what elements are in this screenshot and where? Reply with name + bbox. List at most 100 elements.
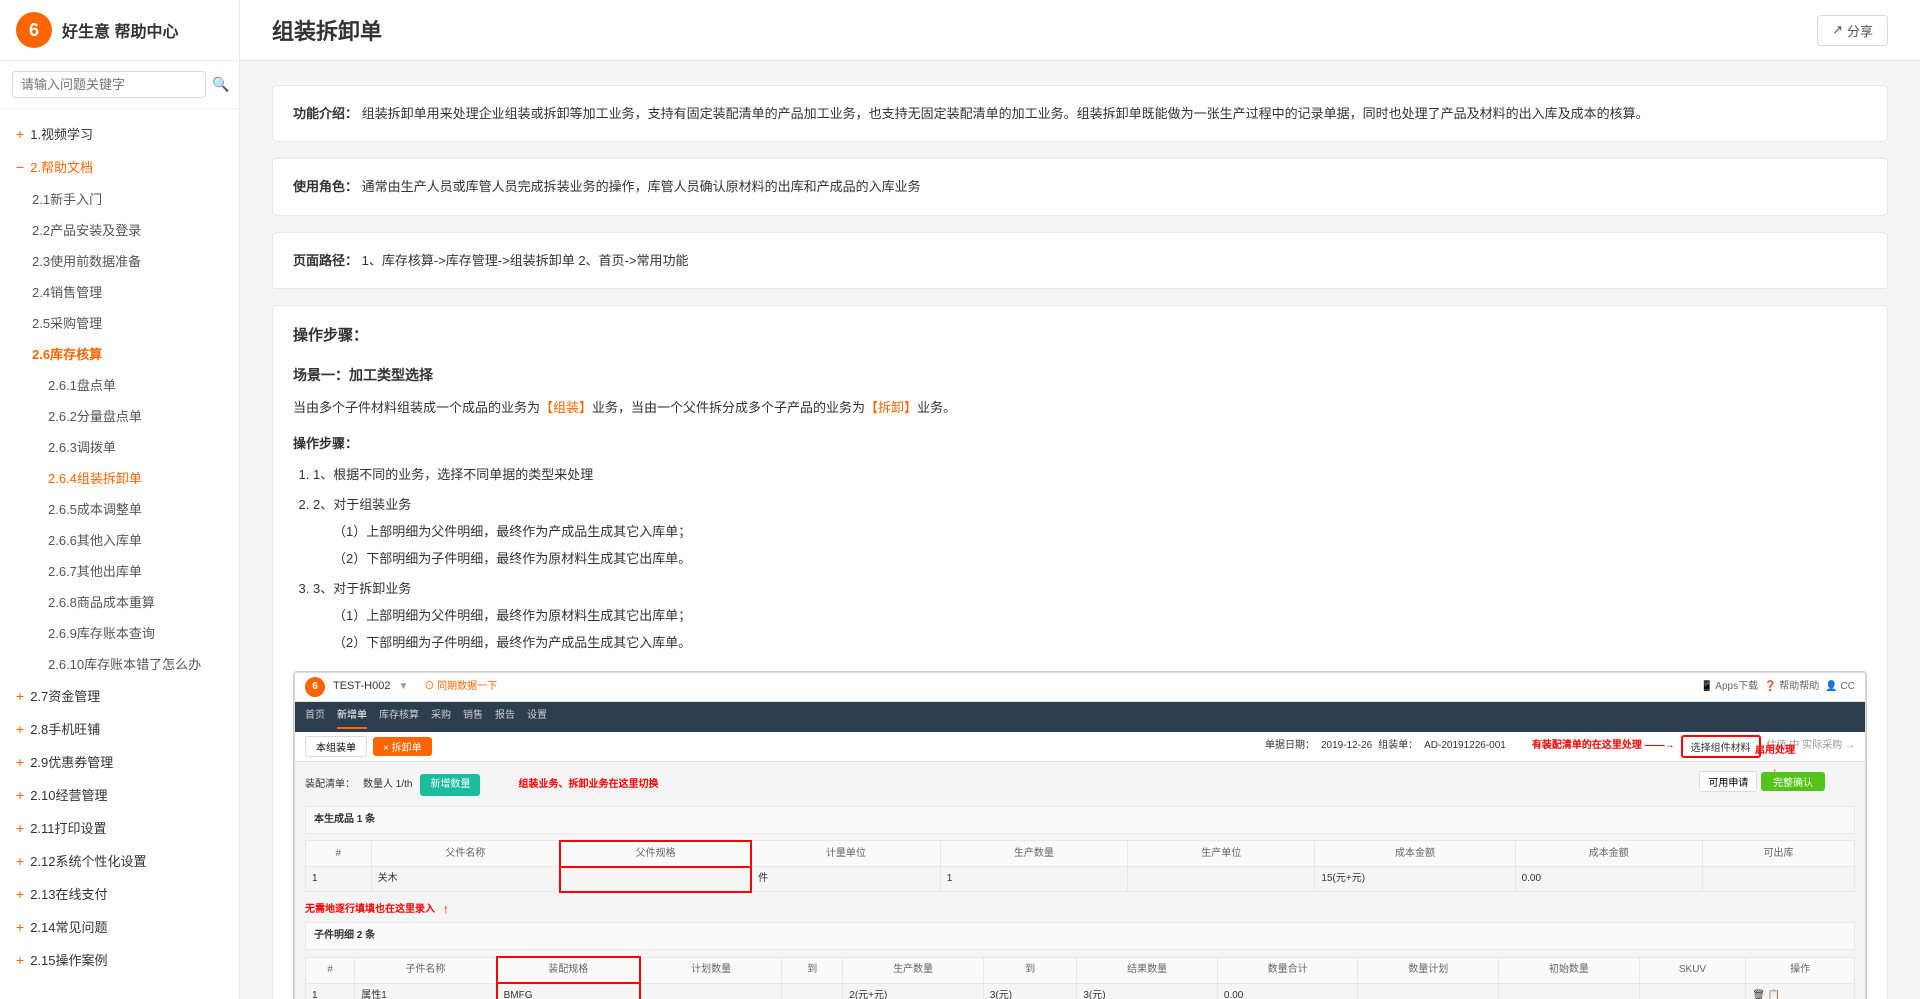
mock-sub-th-plan: 计划数量 <box>640 957 782 983</box>
mock-confirm-button[interactable]: 完整确认 <box>1761 772 1825 791</box>
sidebar-item-costrecalc[interactable]: 2.6.8商品成本重算 <box>0 586 239 617</box>
plus-icon: + <box>16 787 24 803</box>
sidebar-item-portion[interactable]: 2.6.2分量盘点单 <box>0 400 239 431</box>
sidebar-item-otheroutbound[interactable]: 2.6.7其他出库单 <box>0 555 239 586</box>
mock-nav-sales[interactable]: 销售 <box>463 705 483 729</box>
mock-nav-inv[interactable]: 库存核算 <box>379 705 419 729</box>
logo-icon: 6 <box>16 12 52 48</box>
mock-lower-table: # 子件名称 装配规格 计划数量 到 生产数量 到 结果数量 数量合计 数量 <box>305 956 1855 999</box>
mock-type-row: 装配清单： 数量人 1/th 新增数量 组装业务、拆卸业务在这里切换 启用处理 … <box>305 770 1855 800</box>
mock-refresh: ⊙ 同期数据一下 <box>424 678 497 696</box>
mock-th-num: # <box>306 841 372 867</box>
sidebar-item-newcomer[interactable]: 2.1新手入门 <box>0 183 239 214</box>
path-label: 页面路径： <box>293 253 358 268</box>
path-text: 1、库存核算->库存管理->组装拆卸单 2、首页->常用功能 <box>362 253 689 268</box>
nav-list: + 1.视频学习 − 2.帮助文档 2.1新手入门 2.2产品安装及登录 2.3… <box>0 109 239 999</box>
sidebar-item-faq[interactable]: + 2.14常见问题 <box>0 910 239 943</box>
plus-icon: + <box>16 754 24 770</box>
sidebar-item-invfix[interactable]: 2.6.10库存账本错了怎么办 <box>0 648 239 679</box>
mock-td-unit2 <box>1128 867 1315 892</box>
sidebar-item-finance[interactable]: + 2.7资金管理 <box>0 679 239 712</box>
sidebar-item-mobile[interactable]: + 2.8手机旺铺 <box>0 712 239 745</box>
sidebar-item-coupon[interactable]: + 2.9优惠券管理 <box>0 745 239 778</box>
main-header: 组装拆卸单 ↗ 分享 <box>240 0 1920 61</box>
sidebar-item-prepare[interactable]: 2.3使用前数据准备 <box>0 245 239 276</box>
sidebar-item-stocktake[interactable]: 2.6.1盘点单 <box>0 369 239 400</box>
mock-company: TEST-H002 <box>333 677 390 697</box>
mock-sub-th-prod: 生产数量 <box>843 957 984 983</box>
mock-nav-settings[interactable]: 设置 <box>527 705 547 729</box>
mock-enable-button[interactable]: 可用申请 <box>1699 771 1757 792</box>
sidebar-item-label: 2.11打印设置 <box>30 818 106 837</box>
search-icon[interactable]: 🔍 <box>212 76 229 93</box>
mock-th-parent-name: 父件名称 <box>371 841 560 867</box>
sidebar-item-label: 2.6.1盘点单 <box>48 378 116 393</box>
sidebar-item-invquery[interactable]: 2.6.9库存账本查询 <box>0 617 239 648</box>
step1: 1、根据不同的业务，选择不同单据的类型来处理 <box>313 463 1867 486</box>
mock-enable-btn: 可用申请 完整确认 <box>1699 770 1825 793</box>
sidebar-item-label: 2.6.2分量盘点单 <box>48 409 142 424</box>
path-block: 页面路径： 1、库存核算->库存管理->组装拆卸单 2、首页->常用功能 <box>272 232 1888 289</box>
step3: 3、对于拆卸业务 （1）上部明细为父件明细，最终作为原材料生成其它出库单； （2… <box>313 577 1867 655</box>
sidebar-item-adjust[interactable]: 2.6.3调拨单 <box>0 431 239 462</box>
mock-tab-disassembly[interactable]: × 拆卸单 <box>373 737 432 756</box>
mock-content: 装配清单： 数量人 1/th 新增数量 组装业务、拆卸业务在这里切换 启用处理 … <box>295 762 1865 999</box>
mock-order-label: 组装单： <box>1378 737 1418 755</box>
sidebar-item-payment[interactable]: + 2.13在线支付 <box>0 877 239 910</box>
sidebar-item-label: 2.12系统个性化设置 <box>30 851 146 870</box>
mock-td-avail <box>1702 867 1854 892</box>
step2a: （1）上部明细为父件明细，最终作为产成品生成其它入库单； <box>333 520 1867 543</box>
sidebar-item-inventory[interactable]: 2.6库存核算 <box>0 338 239 369</box>
mock-sub-th-action: 操作 <box>1746 957 1855 983</box>
sidebar-item-video[interactable]: + 1.视频学习 <box>0 117 239 150</box>
search-input[interactable] <box>12 71 206 98</box>
sidebar-item-print[interactable]: + 2.11打印设置 <box>0 811 239 844</box>
sidebar-item-system[interactable]: + 2.12系统个性化设置 <box>0 844 239 877</box>
sidebar-item-cases[interactable]: + 2.15操作案例 <box>0 943 239 976</box>
text-assembly: 【组装】 <box>540 400 592 415</box>
step2b: （2）下部明细为子件明细，最终作为原材料生成其它出库单。 <box>333 547 1867 570</box>
mock-td-unit: 件 <box>751 867 940 892</box>
text-disassembly: 【拆卸】 <box>865 400 917 415</box>
mock-th-cost2: 成本金额 <box>1515 841 1702 867</box>
app-name: 好生意 帮助中心 <box>62 18 178 42</box>
sidebar-item-label: 2.6.4组装拆卸单 <box>48 471 142 486</box>
mock-lower-header: 子件明细 2 条 <box>305 922 1855 950</box>
sidebar-item-purchase[interactable]: 2.5采购管理 <box>0 307 239 338</box>
share-label: 分享 <box>1847 21 1873 40</box>
operations-block: 操作步骤： 场景一：加工类型选择 当由多个子件材料组装成一个成品的业务为【组装】… <box>272 305 1888 999</box>
mock-td-qty: 1 <box>940 867 1127 892</box>
mock-sub-th-total: 数量合计 <box>1217 957 1358 983</box>
sidebar-item-label: 2.1新手入门 <box>32 192 102 207</box>
mock-sub-th-to2: 到 <box>983 957 1076 983</box>
mock-tab-assembly[interactable]: 本组装单 <box>305 736 367 757</box>
mock-th-unit: 计量单位 <box>751 841 940 867</box>
mock-nav-report[interactable]: 报告 <box>495 705 515 729</box>
plus-icon: + <box>16 952 24 968</box>
sidebar-item-docs[interactable]: − 2.帮助文档 <box>0 150 239 183</box>
mock-topbar: 6 TEST-H002 ▼ ⊙ 同期数据一下 📱 Apps下载 ❓ 帮助帮助 👤… <box>295 673 1865 702</box>
sidebar-item-label: 2.帮助文档 <box>30 157 93 176</box>
mock-sub-toolbar: 本组装单 × 拆卸单 单据日期： 2019-12-26 组装单： AD-2019… <box>295 732 1865 762</box>
mock-td-parent-spec <box>560 867 751 892</box>
operation-title: 操作步骤： <box>293 322 1867 349</box>
role-block: 使用角色： 通常由生产人员或库管人员完成拆装业务的操作，库管人员确认原材料的出库… <box>272 158 1888 215</box>
mock-annotation1: 有装配清单的在这里处理 ——→ <box>1532 737 1675 755</box>
role-text: 通常由生产人员或库管人员完成拆装业务的操作，库管人员确认原材料的出库和产成品的入… <box>362 179 921 194</box>
mock-nav-home[interactable]: 首页 <box>305 705 325 729</box>
step3a: （1）上部明细为父件明细，最终作为原材料生成其它出库单； <box>333 604 1867 627</box>
mock-type-switch[interactable]: 新增数量 <box>420 774 480 796</box>
steps-label: 操作步骤： <box>293 432 1867 455</box>
mock-bom-qty: 数量人 1/th <box>363 776 412 794</box>
mock-select-btn[interactable]: 选择组件材料 <box>1681 735 1761 758</box>
sidebar-item-sales[interactable]: 2.4销售管理 <box>0 276 239 307</box>
sidebar-item-otherinbound[interactable]: 2.6.6其他入库单 <box>0 524 239 555</box>
mock-icon-apps: 📱 Apps下载 <box>1701 678 1758 696</box>
sidebar-item-install[interactable]: 2.2产品安装及登录 <box>0 214 239 245</box>
sidebar-item-operations[interactable]: + 2.10经营管理 <box>0 778 239 811</box>
mock-nav-new[interactable]: 新增单 <box>337 705 367 729</box>
mock-nav-purchase[interactable]: 采购 <box>431 705 451 729</box>
share-button[interactable]: ↗ 分享 <box>1817 15 1888 46</box>
sidebar-item-assembly[interactable]: 2.6.4组装拆卸单 <box>0 462 239 493</box>
sidebar-item-costadj[interactable]: 2.6.5成本调整单 <box>0 493 239 524</box>
